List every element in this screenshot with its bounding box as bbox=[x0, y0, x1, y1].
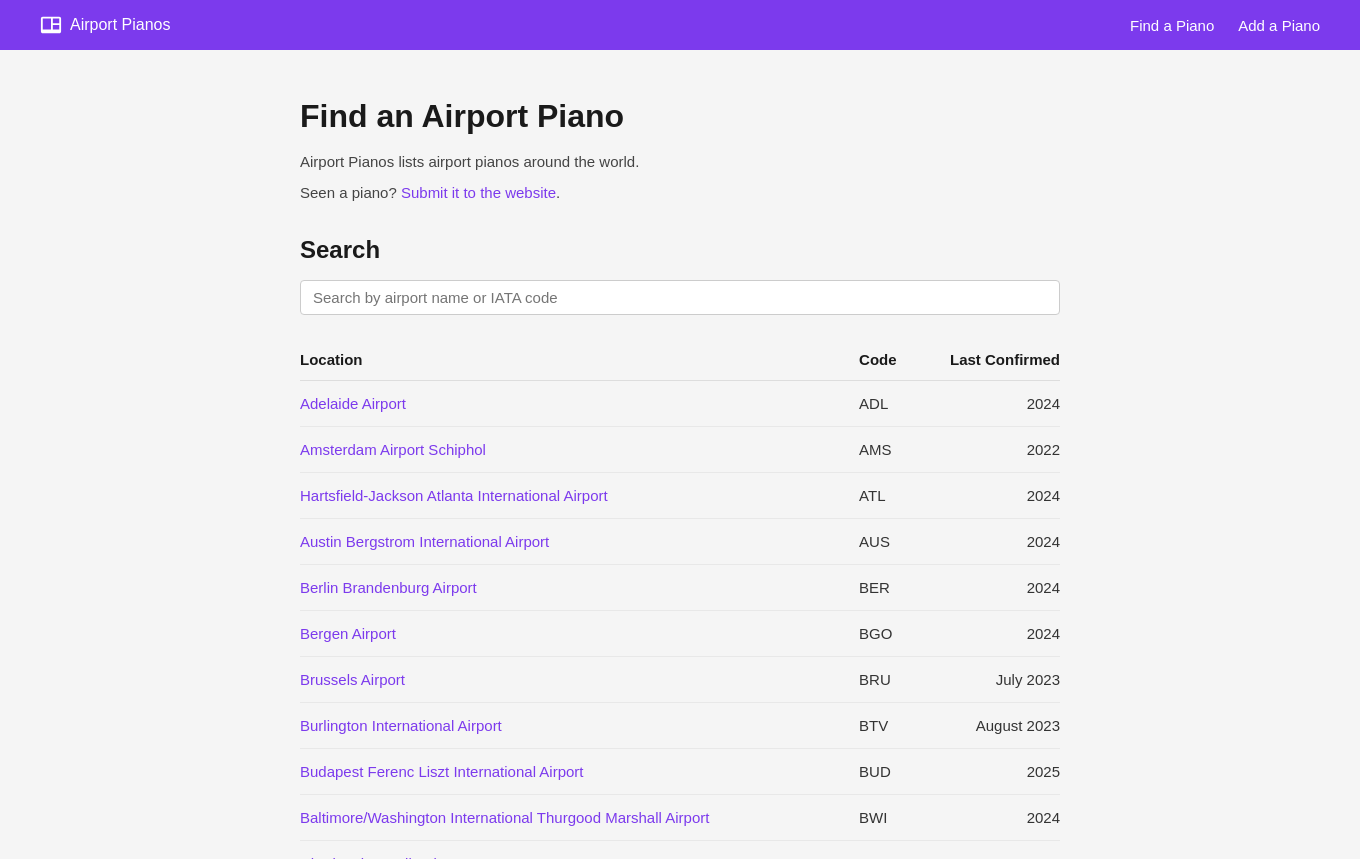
submit-prefix: Seen a piano? bbox=[300, 184, 397, 201]
cell-location: Budapest Ferenc Liszt International Airp… bbox=[300, 749, 843, 795]
airport-link[interactable]: Brussels Airport bbox=[300, 671, 405, 688]
add-piano-link[interactable]: Add a Piano bbox=[1238, 17, 1320, 34]
cell-code: AMS bbox=[843, 427, 914, 473]
airport-link[interactable]: Bergen Airport bbox=[300, 625, 396, 642]
cell-last-confirmed: 2024 bbox=[914, 795, 1060, 841]
cell-location: Hartsfield-Jackson Atlanta International… bbox=[300, 473, 843, 519]
nav-brand[interactable]: Airport Pianos bbox=[40, 14, 171, 36]
table-row: Berlin Brandenburg Airport BER2024 bbox=[300, 565, 1060, 611]
table-row: Charles de Gaulle Airport CDGAugust 2023 bbox=[300, 841, 1060, 860]
nav-brand-label: Airport Pianos bbox=[70, 16, 171, 34]
cell-last-confirmed: 2025 bbox=[914, 749, 1060, 795]
table-row: Austin Bergstrom International Airport AU… bbox=[300, 519, 1060, 565]
cell-last-confirmed: 2024 bbox=[914, 611, 1060, 657]
cell-location: Adelaide Airport bbox=[300, 381, 843, 427]
table-header-row: Location Code Last Confirmed bbox=[300, 343, 1060, 381]
submit-link[interactable]: Submit it to the website bbox=[401, 184, 556, 201]
cell-last-confirmed: 2024 bbox=[914, 519, 1060, 565]
cell-code: BWI bbox=[843, 795, 914, 841]
col-location: Location bbox=[300, 343, 843, 381]
table-row: Brussels Airport BRUJuly 2023 bbox=[300, 657, 1060, 703]
cell-location: Austin Bergstrom International Airport bbox=[300, 519, 843, 565]
find-piano-link[interactable]: Find a Piano bbox=[1130, 17, 1214, 34]
cell-code: BGO bbox=[843, 611, 914, 657]
table-body: Adelaide AirportADL2024Amsterdam Airport… bbox=[300, 381, 1060, 860]
table-row: Burlington International Airport BTVAugus… bbox=[300, 703, 1060, 749]
table-row: Baltimore/Washington International Thurg… bbox=[300, 795, 1060, 841]
cell-location: Charles de Gaulle Airport bbox=[300, 841, 843, 860]
cell-code: BUD bbox=[843, 749, 914, 795]
cell-code: ATL bbox=[843, 473, 914, 519]
airports-table: Location Code Last Confirmed Adelaide Ai… bbox=[300, 343, 1060, 859]
cell-code: BRU bbox=[843, 657, 914, 703]
search-input[interactable] bbox=[300, 280, 1060, 315]
table-row: Budapest Ferenc Liszt International Airp… bbox=[300, 749, 1060, 795]
table-row: Amsterdam Airport Schiphol AMS2022 bbox=[300, 427, 1060, 473]
nav-links: Find a Piano Add a Piano bbox=[1130, 17, 1320, 34]
table-row: Hartsfield-Jackson Atlanta International… bbox=[300, 473, 1060, 519]
col-code: Code bbox=[843, 343, 914, 381]
cell-location: Baltimore/Washington International Thurg… bbox=[300, 795, 843, 841]
airport-link[interactable]: Budapest Ferenc Liszt International Airp… bbox=[300, 763, 584, 780]
cell-last-confirmed: July 2023 bbox=[914, 657, 1060, 703]
cell-location: Amsterdam Airport Schiphol bbox=[300, 427, 843, 473]
cell-last-confirmed: 2024 bbox=[914, 565, 1060, 611]
main-content: Find an Airport Piano Airport Pianos lis… bbox=[280, 50, 1080, 859]
cell-code: CDG bbox=[843, 841, 914, 860]
cell-location: Brussels Airport bbox=[300, 657, 843, 703]
piano-icon bbox=[40, 14, 62, 36]
cell-last-confirmed: August 2023 bbox=[914, 841, 1060, 860]
airport-link[interactable]: Charles de Gaulle Airport bbox=[300, 855, 468, 859]
airport-link[interactable]: Adelaide Airport bbox=[300, 395, 406, 412]
cell-last-confirmed: August 2023 bbox=[914, 703, 1060, 749]
cell-location: Burlington International Airport bbox=[300, 703, 843, 749]
col-last-confirmed: Last Confirmed bbox=[914, 343, 1060, 381]
airport-link[interactable]: Baltimore/Washington International Thurg… bbox=[300, 809, 709, 826]
airport-link[interactable]: Hartsfield-Jackson Atlanta International… bbox=[300, 487, 608, 504]
cell-last-confirmed: 2022 bbox=[914, 427, 1060, 473]
table-row: Bergen Airport BGO2024 bbox=[300, 611, 1060, 657]
submit-prompt: Seen a piano? Submit it to the website. bbox=[300, 182, 1060, 205]
cell-code: ADL bbox=[843, 381, 914, 427]
cell-last-confirmed: 2024 bbox=[914, 473, 1060, 519]
cell-last-confirmed: 2024 bbox=[914, 381, 1060, 427]
airport-link[interactable]: Austin Bergstrom International Airport bbox=[300, 533, 549, 550]
cell-code: BTV bbox=[843, 703, 914, 749]
cell-location: Berlin Brandenburg Airport bbox=[300, 565, 843, 611]
page-title: Find an Airport Piano bbox=[300, 98, 1060, 135]
airport-link[interactable]: Burlington International Airport bbox=[300, 717, 502, 734]
search-heading: Search bbox=[300, 236, 1060, 264]
airport-link[interactable]: Amsterdam Airport Schiphol bbox=[300, 441, 486, 458]
cell-location: Bergen Airport bbox=[300, 611, 843, 657]
cell-code: BER bbox=[843, 565, 914, 611]
submit-suffix: . bbox=[556, 184, 560, 201]
navbar: Airport Pianos Find a Piano Add a Piano bbox=[0, 0, 1360, 50]
description-text: Airport Pianos lists airport pianos arou… bbox=[300, 151, 1060, 174]
cell-code: AUS bbox=[843, 519, 914, 565]
airport-link[interactable]: Berlin Brandenburg Airport bbox=[300, 579, 477, 596]
table-row: Adelaide Airport ADL2024 bbox=[300, 381, 1060, 427]
table-header: Location Code Last Confirmed bbox=[300, 343, 1060, 381]
